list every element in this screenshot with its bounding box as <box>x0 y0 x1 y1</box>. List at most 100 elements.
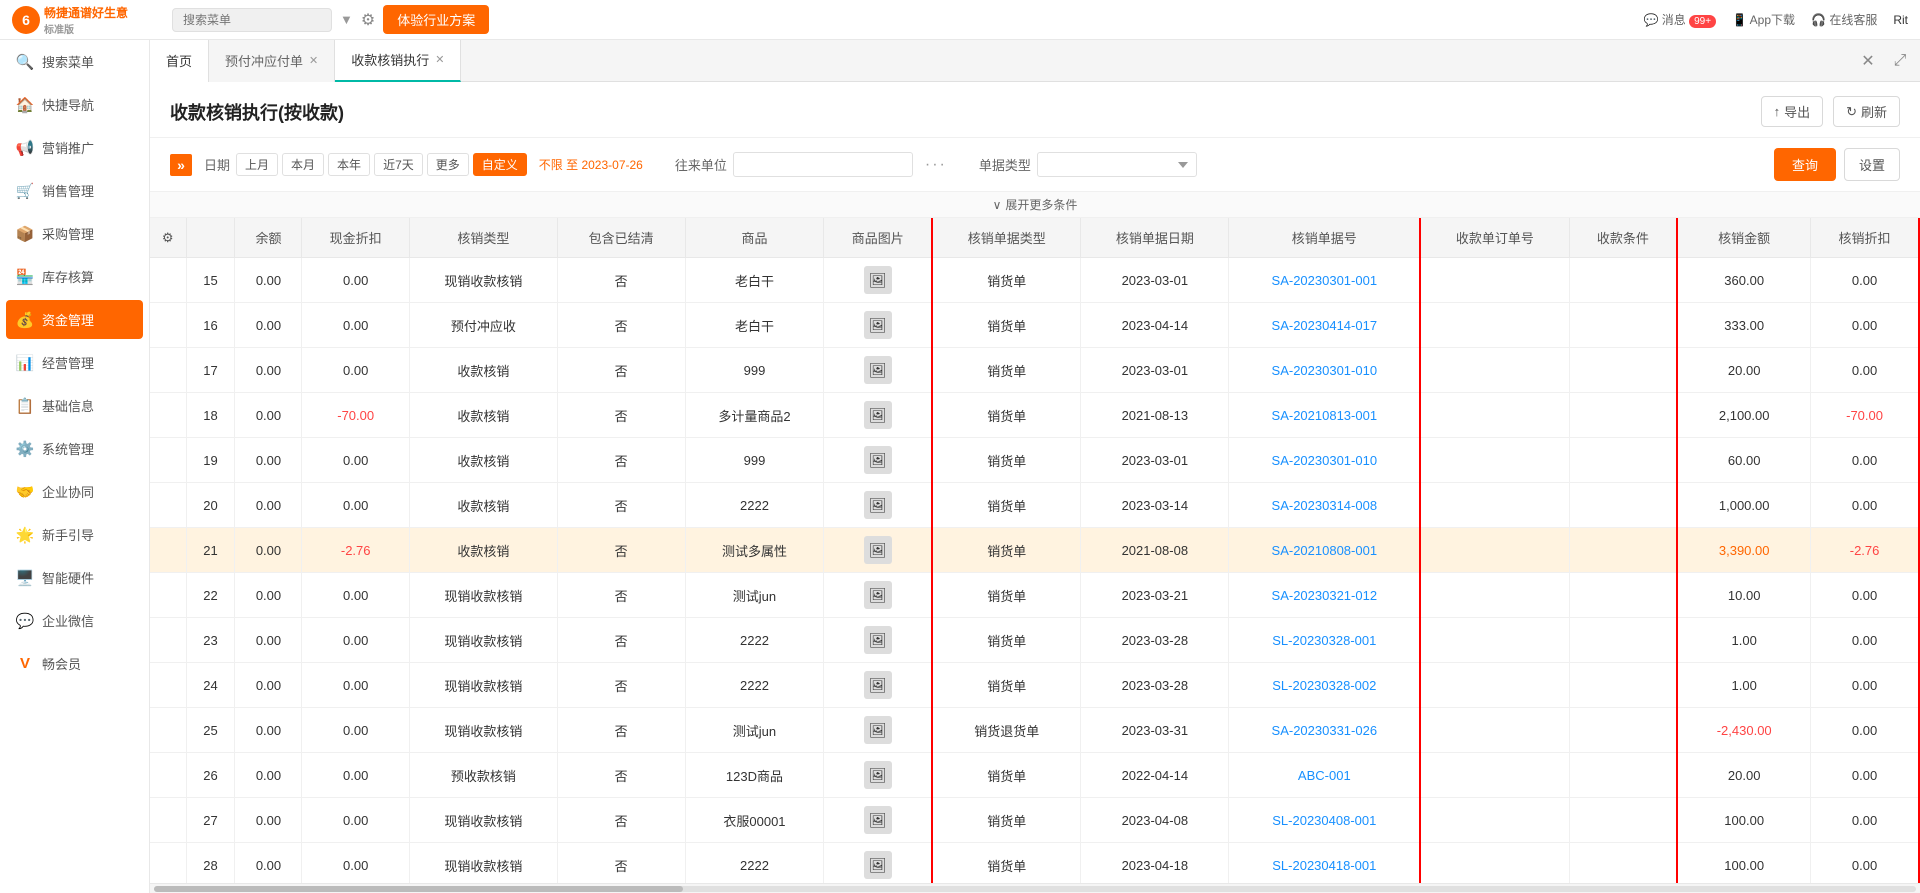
cell-seq: 26 <box>186 753 235 798</box>
bill-type-select[interactable] <box>1037 152 1197 177</box>
tab-prepay-close[interactable]: ✕ <box>309 54 318 67</box>
cell-cash-discount: 0.00 <box>302 843 409 884</box>
cell-receipt-order-no <box>1420 528 1569 573</box>
cell-gear <box>150 483 186 528</box>
online-service-link[interactable]: 🎧 在线客服 <box>1811 11 1877 28</box>
cell-verify-bill-no: SL-20230328-001 <box>1229 618 1421 663</box>
cell-receipt-order-no <box>1420 438 1569 483</box>
bill-no-link[interactable]: SA-20230301-010 <box>1272 363 1378 378</box>
unit-label: 往来单位 <box>675 155 727 174</box>
cell-verify-bill-type: 销货单 <box>932 528 1081 573</box>
col-gear[interactable]: ⚙ <box>150 218 186 258</box>
filter-unit-group: 往来单位 <box>675 152 913 177</box>
cell-verify-discount: 0.00 <box>1811 348 1919 393</box>
industry-btn[interactable]: 体验行业方案 <box>383 5 489 34</box>
cell-receipt-order-no <box>1420 573 1569 618</box>
cell-included-cleared: 否 <box>557 663 685 708</box>
sidebar-item-wechat[interactable]: 💬 企业微信 <box>0 599 149 642</box>
sidebar-item-purchase[interactable]: 📦 采购管理 <box>0 212 149 255</box>
filter-expand-button[interactable]: » <box>170 154 192 176</box>
cell-verify-bill-date: 2023-03-14 <box>1081 483 1229 528</box>
cell-receipt-condition <box>1569 393 1677 438</box>
user-name[interactable]: Rit <box>1893 13 1908 27</box>
col-verify-bill-date: 核销单据日期 <box>1081 218 1229 258</box>
sidebar-item-corp[interactable]: 🤝 企业协同 <box>0 470 149 513</box>
date-btn-this-year[interactable]: 本年 <box>328 153 370 176</box>
cell-included-cleared: 否 <box>557 843 685 884</box>
bill-no-link[interactable]: SA-20230331-026 <box>1272 723 1378 738</box>
bill-no-link[interactable]: SA-20230301-001 <box>1272 273 1378 288</box>
bill-no-link[interactable]: SL-20230408-001 <box>1272 813 1376 828</box>
sidebar-item-guide[interactable]: 🌟 新手引导 <box>0 513 149 556</box>
query-button[interactable]: 查询 <box>1774 148 1836 181</box>
cell-receipt-condition <box>1569 348 1677 393</box>
bill-no-link[interactable]: SL-20230328-002 <box>1272 678 1376 693</box>
sidebar-label-basic: 基础信息 <box>42 396 94 415</box>
sidebar-item-sales[interactable]: 🛒 销售管理 <box>0 169 149 212</box>
sidebar-item-member[interactable]: V 畅会员 <box>0 642 149 685</box>
refresh-icon: ↻ <box>1846 104 1857 120</box>
sidebar-item-marketing[interactable]: 📢 营销推广 <box>0 126 149 169</box>
bill-no-link[interactable]: SA-20210813-001 <box>1272 408 1378 423</box>
sidebar-item-system[interactable]: ⚙️ 系统管理 <box>0 427 149 470</box>
sidebar-item-nav[interactable]: 🏠 快捷导航 <box>0 83 149 126</box>
gear-icon[interactable]: ⚙ <box>361 10 375 30</box>
bill-no-link[interactable]: SA-20230301-010 <box>1272 453 1378 468</box>
cell-verify-bill-date: 2021-08-13 <box>1081 393 1229 438</box>
export-icon: ↑ <box>1774 104 1781 119</box>
tab-receipt-close[interactable]: ✕ <box>435 53 444 66</box>
table-row: 16 0.00 0.00 预付冲应收 否 老白干 🖼 销货单 2023-04-1… <box>150 303 1919 348</box>
sidebar-item-inventory[interactable]: 🏪 库存核算 <box>0 255 149 298</box>
table-row: 28 0.00 0.00 现销收款核销 否 2222 🖼 销货单 2023-04… <box>150 843 1919 884</box>
cell-verify-bill-type: 销货单 <box>932 618 1081 663</box>
settings-button[interactable]: 设置 <box>1844 148 1900 181</box>
tab-prepay[interactable]: 预付冲应付单 ✕ <box>209 40 335 82</box>
cell-gear <box>150 708 186 753</box>
bill-no-link[interactable]: SL-20230418-001 <box>1272 858 1376 873</box>
date-btn-last-month[interactable]: 上月 <box>236 153 278 176</box>
bill-no-link[interactable]: SL-20230328-001 <box>1272 633 1376 648</box>
cell-verify-type: 现销收款核销 <box>409 258 557 303</box>
bill-no-link[interactable]: SA-20230314-008 <box>1272 498 1378 513</box>
col-seq <box>186 218 235 258</box>
hardware-icon: 🖥️ <box>16 569 34 587</box>
member-icon: V <box>16 655 34 673</box>
bill-no-link[interactable]: ABC-001 <box>1298 768 1351 783</box>
cell-product-image: 🖼 <box>824 753 932 798</box>
sidebar-item-basic[interactable]: 📋 基础信息 <box>0 384 149 427</box>
date-btn-custom[interactable]: 自定义 <box>473 153 527 176</box>
sidebar-item-hardware[interactable]: 🖥️ 智能硬件 <box>0 556 149 599</box>
sidebar-item-search[interactable]: 🔍 搜索菜单 <box>0 40 149 83</box>
bill-no-link[interactable]: SA-20230414-017 <box>1272 318 1378 333</box>
col-verify-bill-type: 核销单据类型 <box>932 218 1081 258</box>
cell-verify-bill-no: SA-20230301-010 <box>1229 438 1421 483</box>
date-btn-this-month[interactable]: 本月 <box>282 153 324 176</box>
date-btn-more[interactable]: 更多 <box>427 153 469 176</box>
cell-seq: 28 <box>186 843 235 884</box>
table-row: 22 0.00 0.00 现销收款核销 否 测试jun 🖼 销货单 2023-0… <box>150 573 1919 618</box>
app-download-link[interactable]: 📱 App下载 <box>1732 11 1795 28</box>
page-content: 收款核销执行(按收款) ↑ 导出 ↻ 刷新 » 日期 <box>150 82 1920 893</box>
sidebar-item-finance[interactable]: 💰 资金管理 <box>6 300 143 339</box>
message-icon[interactable]: 💬 消息 99+ <box>1643 11 1716 28</box>
cell-verify-amount: 60.00 <box>1677 438 1810 483</box>
sidebar-item-business[interactable]: 📊 经营管理 <box>0 341 149 384</box>
scrollbar-thumb[interactable] <box>154 886 683 892</box>
refresh-button[interactable]: ↻ 刷新 <box>1833 96 1900 127</box>
cell-verify-bill-no: SA-20210813-001 <box>1229 393 1421 438</box>
maximize-btn[interactable]: ⤢ <box>1888 49 1912 73</box>
expand-more-button[interactable]: ∨ 展开更多条件 <box>993 196 1078 213</box>
bill-no-link[interactable]: SA-20210808-001 <box>1272 543 1378 558</box>
export-button[interactable]: ↑ 导出 <box>1761 96 1824 127</box>
cell-balance: 0.00 <box>235 708 302 753</box>
date-btn-7days[interactable]: 近7天 <box>374 153 423 176</box>
cell-verify-type: 现销收款核销 <box>409 843 557 884</box>
bill-no-link[interactable]: SA-20230321-012 <box>1272 588 1378 603</box>
filter-date-group: 日期 上月 本月 本年 近7天 更多 自定义 <box>204 153 527 176</box>
tab-home[interactable]: 首页 <box>150 40 209 82</box>
unit-input[interactable] <box>733 152 913 177</box>
close-window-btn[interactable]: ✕ <box>1856 49 1880 73</box>
horizontal-scrollbar[interactable] <box>150 883 1920 893</box>
top-search-input[interactable] <box>172 8 332 32</box>
tab-receipt[interactable]: 收款核销执行 ✕ <box>335 40 461 82</box>
